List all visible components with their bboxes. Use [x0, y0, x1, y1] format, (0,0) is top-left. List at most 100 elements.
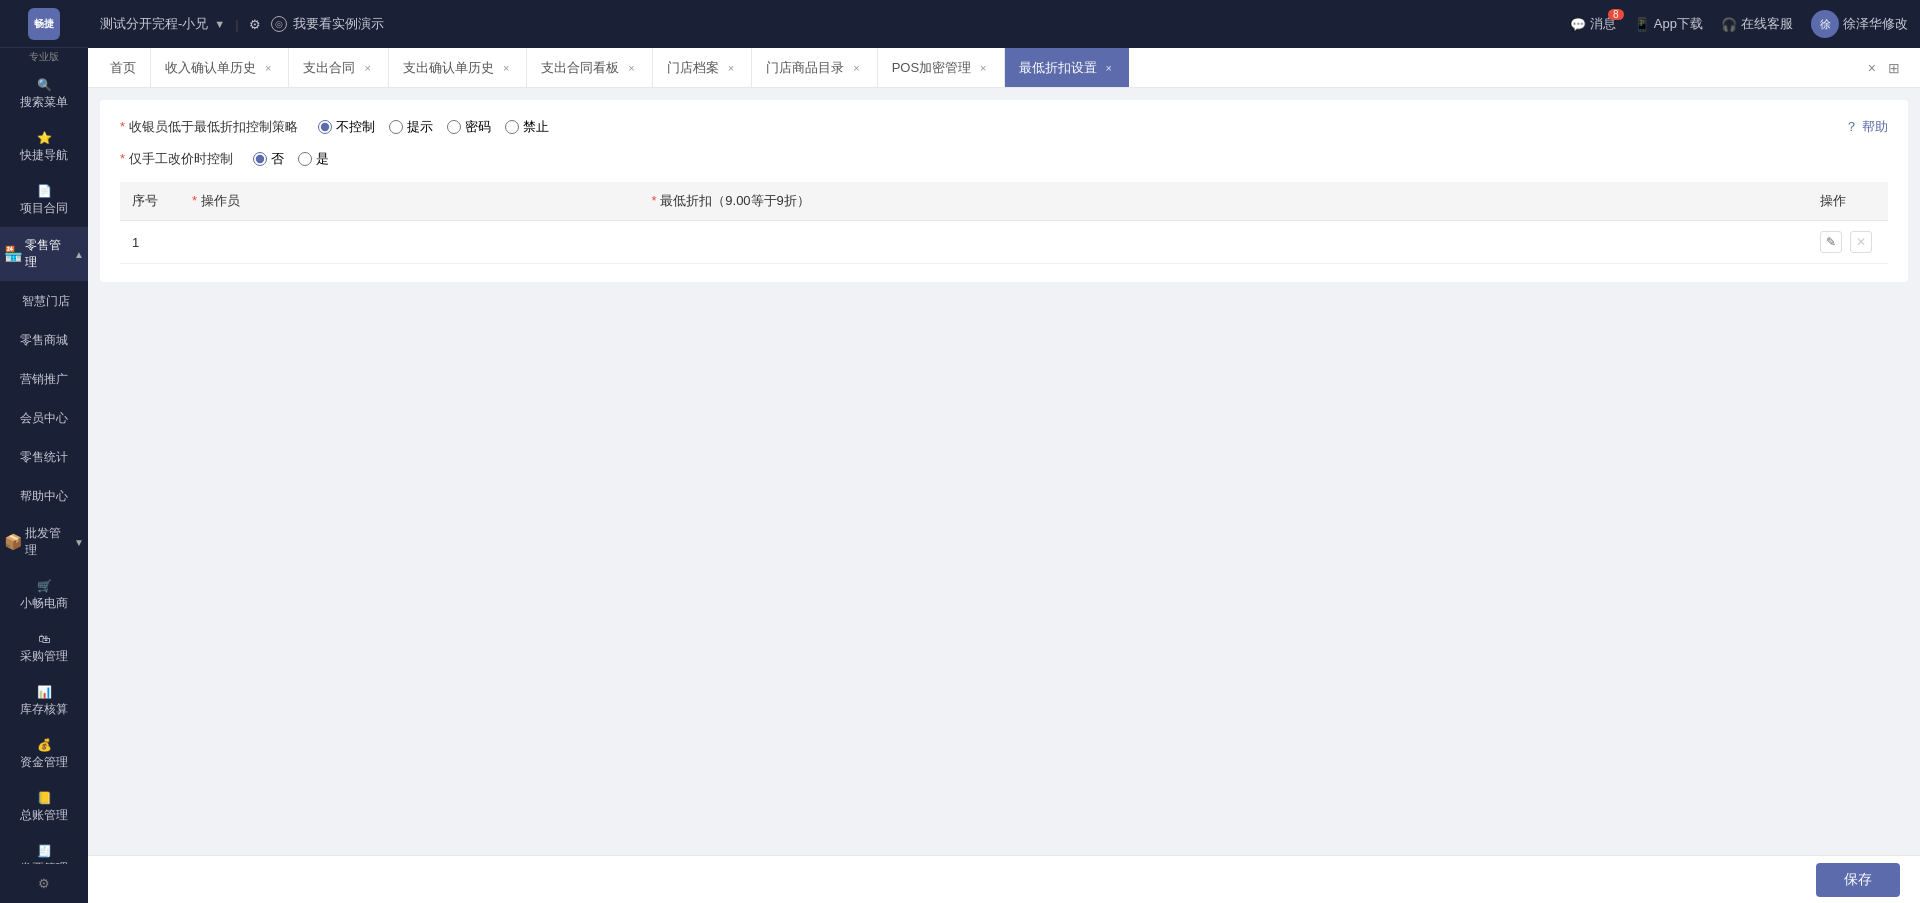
tab-label: 支出确认单历史 [403, 59, 494, 77]
col-actions: 操作 [1808, 182, 1888, 221]
tab-min-discount[interactable]: 最低折扣设置 × [1005, 48, 1129, 88]
sidebar-item-label: 智慧门店 [22, 293, 70, 310]
sidebar-item-purchase-mgmt[interactable]: 🛍 采购管理 [0, 622, 88, 675]
tab-close-icon[interactable]: × [1103, 61, 1115, 75]
invoice-icon: 🧾 [37, 844, 52, 858]
manual-radio-yes[interactable] [298, 152, 312, 166]
table-header-row: 序号 * 操作员 * 最低折扣（9.00等于9折） 操作 [120, 182, 1888, 221]
ecommerce-icon: 🛒 [37, 579, 52, 593]
topbar-message[interactable]: 💬 消息 8 [1570, 15, 1616, 33]
tab-close-icon[interactable]: × [361, 61, 373, 75]
tab-store-product-catalog[interactable]: 门店商品目录 × [752, 48, 877, 88]
sidebar-item-member-center[interactable]: 会员中心 [0, 398, 88, 437]
col-seq: 序号 [120, 182, 180, 221]
topbar-demo[interactable]: ◎ 我要看实例演示 [271, 15, 384, 33]
help-link[interactable]: ？ 帮助 [1845, 118, 1888, 136]
required-marker: * [120, 119, 125, 134]
tab-home[interactable]: 首页 [96, 48, 151, 88]
sidebar-item-label: 零售商城 [20, 332, 68, 349]
sidebar-item-label: 零售统计 [20, 449, 68, 466]
tab-close-icon[interactable]: × [625, 61, 637, 75]
chevron-down-icon: ▼ [74, 537, 84, 548]
tab-pos-password[interactable]: POS加密管理 × [878, 48, 1005, 88]
policy-option-forbid[interactable]: 禁止 [505, 118, 549, 136]
policy-option-no-control[interactable]: 不控制 [318, 118, 375, 136]
user-name: 徐泽华修改 [1843, 15, 1908, 33]
sidebar-settings[interactable]: ⚙ [0, 864, 88, 903]
manual-option-yes[interactable]: 是 [298, 150, 329, 168]
policy-radio-forbid[interactable] [505, 120, 519, 134]
policy-radio-password[interactable] [447, 120, 461, 134]
delete-row-button[interactable]: ✕ [1850, 231, 1872, 253]
sidebar-item-retail-mgmt[interactable]: 🏪 零售管理 ▲ [0, 227, 88, 281]
policy-radio-no-control[interactable] [318, 120, 332, 134]
app-logo-icon: 畅捷 [28, 8, 60, 40]
sidebar-item-quick-nav[interactable]: ⭐ 快捷导航 [0, 121, 88, 174]
sidebar-item-label: 库存核算 [20, 701, 68, 718]
expand-tabs-button[interactable]: ⊞ [1884, 58, 1904, 78]
sidebar-item-inventory[interactable]: 📊 库存核算 [0, 675, 88, 728]
topbar-online-service[interactable]: 🎧 在线客服 [1721, 15, 1793, 33]
sidebar-item-label: 搜索菜单 [20, 94, 68, 111]
policy-label: * 收银员低于最低折扣控制策略 [120, 118, 298, 136]
manual-option-no[interactable]: 否 [253, 150, 284, 168]
sidebar-item-finance[interactable]: 💰 资金管理 [0, 728, 88, 781]
sidebar-item-invoice[interactable]: 🧾 发票管理 [0, 834, 88, 864]
sidebar-item-retail-stats[interactable]: 零售统计 [0, 437, 88, 476]
sidebar-item-project-contract[interactable]: 📄 项目合同 [0, 174, 88, 227]
policy-form-row: * 收银员低于最低折扣控制策略 不控制 提示 密码 [120, 118, 1888, 136]
manual-option-label: 是 [316, 150, 329, 168]
search-icon: 🔍 [37, 78, 52, 92]
tab-close-icon[interactable]: × [977, 61, 989, 75]
close-other-tabs-button[interactable]: × [1864, 58, 1880, 78]
discount-table: 序号 * 操作员 * 最低折扣（9.00等于9折） 操作 [120, 182, 1888, 264]
sidebar-item-search[interactable]: 🔍 搜索菜单 [0, 68, 88, 121]
policy-option-hint[interactable]: 提示 [389, 118, 433, 136]
col-min-discount: * 最低折扣（9.00等于9折） [640, 182, 1808, 221]
policy-option-password[interactable]: 密码 [447, 118, 491, 136]
tab-close-icon[interactable]: × [500, 61, 512, 75]
finance-icon: 💰 [37, 738, 52, 752]
topbar: 测试分开完程-小兄 ▼ | ⚙ ◎ 我要看实例演示 💬 消息 8 📱 App下载… [88, 0, 1920, 48]
project-name: 测试分开完程-小兄 [100, 15, 208, 33]
col-operator: * 操作员 [180, 182, 640, 221]
tab-close-icon[interactable]: × [725, 61, 737, 75]
tab-label: POS加密管理 [892, 59, 971, 77]
sidebar-item-ecommerce[interactable]: 🛒 小畅电商 [0, 569, 88, 622]
topbar-settings[interactable]: ⚙ [249, 17, 261, 32]
sidebar: 畅捷 专业版 🔍 搜索菜单 ⭐ 快捷导航 📄 项目合同 🏪 零售管理 ▲ 智慧门… [0, 0, 88, 903]
app-download-label: App下载 [1654, 15, 1703, 33]
tab-payment-confirm-history[interactable]: 支出确认单历史 × [389, 48, 527, 88]
sidebar-item-retail-mall[interactable]: 零售商城 [0, 320, 88, 359]
sidebar-item-smart-store[interactable]: 智慧门店 [0, 281, 88, 320]
service-icon: 🎧 [1721, 17, 1737, 32]
topbar-project[interactable]: 测试分开完程-小兄 ▼ [100, 15, 225, 33]
message-badge: 8 [1608, 9, 1624, 20]
tab-close-icon[interactable]: × [262, 61, 274, 75]
sidebar-item-label: 批发管理 [25, 525, 72, 559]
sidebar-item-accounting[interactable]: 📒 总账管理 [0, 781, 88, 834]
sidebar-item-label: 零售管理 [25, 237, 72, 271]
cell-operator [180, 221, 640, 264]
topbar-app-download[interactable]: 📱 App下载 [1634, 15, 1703, 33]
chevron-down-icon: ▲ [74, 249, 84, 260]
inventory-icon: 📊 [37, 685, 52, 699]
tab-payment-contract[interactable]: 支出合同 × [289, 48, 388, 88]
sidebar-item-wholesale-mgmt[interactable]: 📦 批发管理 ▼ [0, 515, 88, 569]
edit-row-button[interactable]: ✎ [1820, 231, 1842, 253]
policy-radio-hint[interactable] [389, 120, 403, 134]
sidebar-item-label: 快捷导航 [20, 147, 68, 164]
tab-close-icon[interactable]: × [850, 61, 862, 75]
tab-income-history[interactable]: 收入确认单历史 × [151, 48, 289, 88]
tab-payment-contract-board[interactable]: 支出合同看板 × [527, 48, 652, 88]
bottombar: 保存 [88, 855, 1920, 903]
main-area: 测试分开完程-小兄 ▼ | ⚙ ◎ 我要看实例演示 💬 消息 8 📱 App下载… [88, 0, 1920, 903]
save-button[interactable]: 保存 [1816, 863, 1900, 897]
tab-store-file[interactable]: 门店档案 × [653, 48, 752, 88]
sidebar-item-marketing[interactable]: 营销推广 [0, 359, 88, 398]
policy-option-label: 不控制 [336, 118, 375, 136]
sidebar-item-help-center[interactable]: 帮助中心 [0, 476, 88, 515]
sidebar-item-label: 资金管理 [20, 754, 68, 771]
manual-radio-no[interactable] [253, 152, 267, 166]
topbar-user[interactable]: 徐 徐泽华修改 [1811, 10, 1908, 38]
